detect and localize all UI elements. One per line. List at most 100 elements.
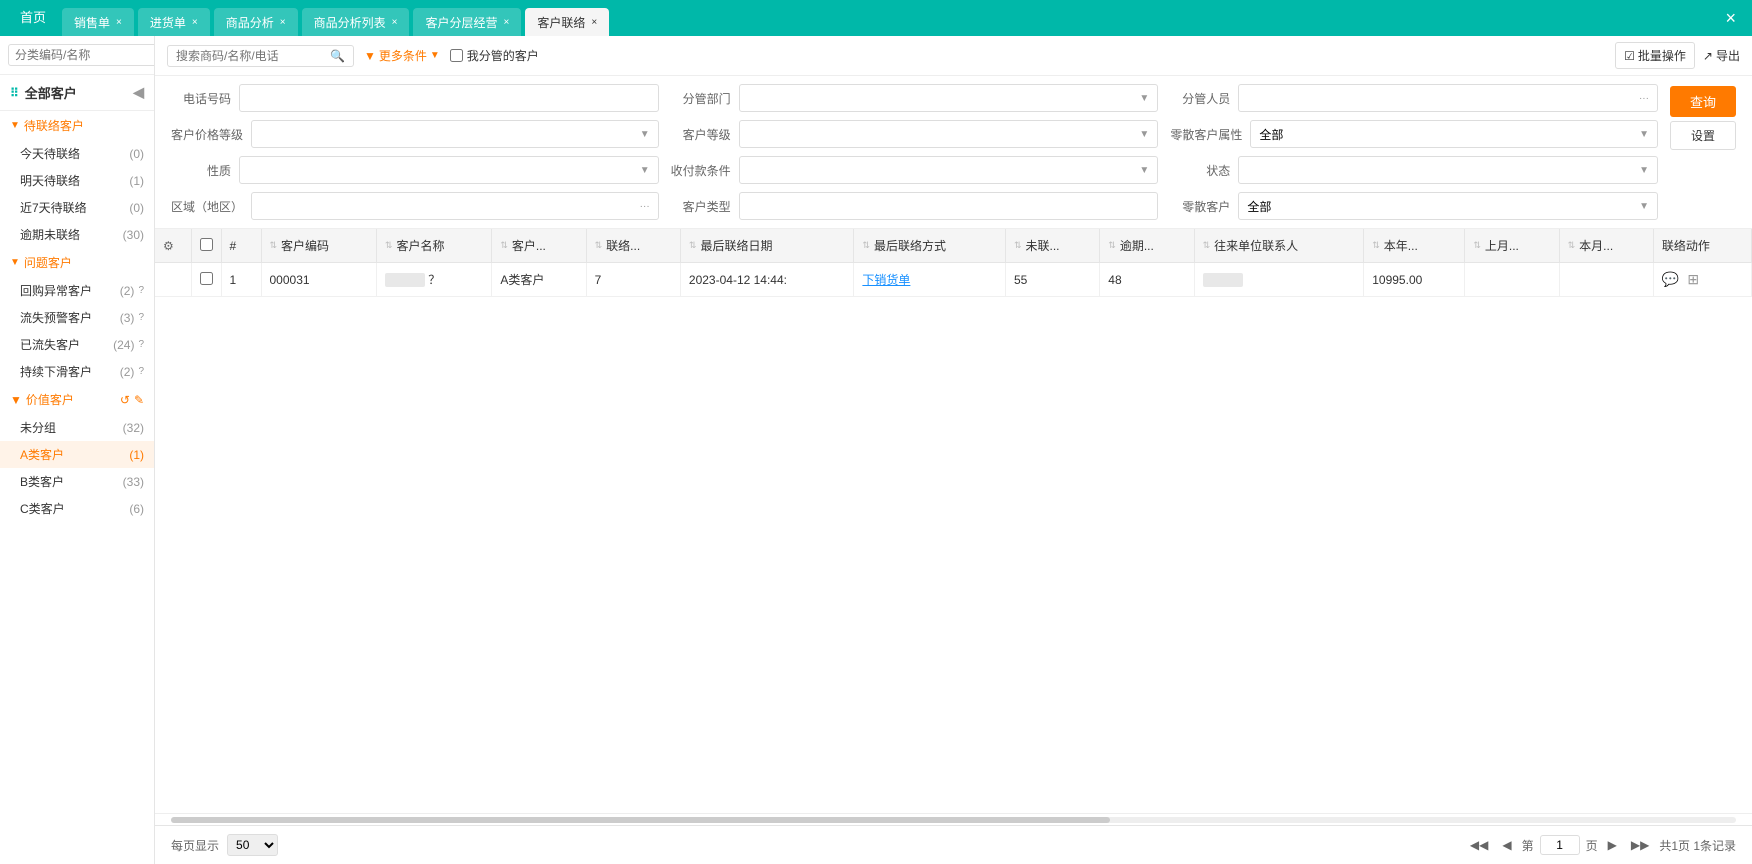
filter-search-input[interactable]	[176, 49, 326, 63]
filter-payment-select[interactable]: ▼	[739, 156, 1159, 184]
filter-region-label: 区域（地区）	[171, 198, 243, 215]
export-btn[interactable]: ↗ 导出	[1703, 47, 1740, 64]
row-checkbox[interactable]	[200, 272, 213, 285]
row-name-suffix: ？	[428, 273, 440, 287]
sidebar-item-7days[interactable]: 近7天待联络 (0)	[0, 194, 154, 221]
select-all-checkbox[interactable]	[200, 238, 213, 251]
sidebar-item-overdue-count: (30)	[123, 228, 144, 242]
nav-tab-customer-segment-label: 客户分层经营	[425, 14, 497, 31]
nav-tab-analysis-list[interactable]: 商品分析列表 ×	[302, 8, 410, 36]
value-edit-icon[interactable]: ✎	[134, 393, 144, 407]
filter-phone-input[interactable]	[239, 84, 659, 112]
nav-tab-purchase-close[interactable]: ×	[192, 17, 198, 28]
nav-tab-sales-close[interactable]: ×	[116, 17, 122, 28]
col-last-method-label: 最后联络方式	[874, 237, 946, 254]
window-close-icon[interactable]: ×	[1717, 8, 1744, 29]
sidebar-item-today[interactable]: 今天待联络 (0)	[0, 140, 154, 167]
sidebar-section-problem-label: 问题客户	[24, 254, 72, 271]
page-next-btn[interactable]: ▶	[1604, 836, 1621, 854]
col-checkbox-header	[191, 229, 221, 263]
row-unit-contact-masked: RE .	[1203, 273, 1243, 287]
filter-person-input[interactable]: ···	[1238, 84, 1658, 112]
grid-icon: ⠿	[10, 86, 19, 100]
sidebar-item-unclassified[interactable]: 未分组 (32)	[0, 414, 154, 441]
filter-status-select[interactable]: ▼	[1238, 156, 1658, 184]
filter-region-dots: ···	[640, 201, 650, 212]
sidebar-search-input[interactable]	[8, 44, 155, 66]
filter-nature-select[interactable]: ▼	[239, 156, 659, 184]
page-first-btn[interactable]: ◀◀	[1466, 836, 1492, 854]
sidebar-item-class-b[interactable]: B类客户 (33)	[0, 468, 154, 495]
scrollbar-thumb[interactable]	[171, 817, 1110, 823]
col-this-year-label: 本年...	[1384, 237, 1418, 254]
table-row: 1 000031 Ea ？ A类客户 7	[155, 263, 1752, 297]
sidebar-item-churn-warning[interactable]: 流失预警客户 (3) ?	[0, 304, 154, 331]
sidebar-item-tomorrow[interactable]: 明天待联络 (1)	[0, 167, 154, 194]
sidebar-item-repurchase[interactable]: 回购异常客户 (2) ?	[0, 277, 154, 304]
col-no-label: #	[230, 239, 237, 253]
table-settings-icon[interactable]: ⚙	[163, 239, 174, 253]
page-number-input[interactable]	[1540, 835, 1580, 855]
filter-more-btn[interactable]: ▼ 更多条件 ▼	[364, 47, 440, 64]
per-page-select[interactable]: 50 100	[227, 834, 278, 856]
nav-tab-customer-segment[interactable]: 客户分层经营 ×	[413, 8, 521, 36]
filter-retail-label: 零散客户	[1170, 198, 1230, 215]
filter-customer-level-select[interactable]: ▼	[739, 120, 1159, 148]
sidebar-item-class-a[interactable]: A类客户 (1)	[0, 441, 154, 468]
sidebar-collapse-icon[interactable]: ◀	[133, 84, 144, 101]
nav-tab-analysis-list-close[interactable]: ×	[392, 17, 398, 28]
filter-region-input[interactable]: ···	[251, 192, 659, 220]
sidebar-item-overdue-label: 逾期未联络	[20, 226, 80, 243]
page-last-btn[interactable]: ▶▶	[1627, 836, 1653, 854]
filter-search-icon[interactable]: 🔍	[330, 49, 345, 63]
sort-this-month-icon: ⇅	[1568, 240, 1576, 251]
sidebar-item-churned[interactable]: 已流失客户 (24) ?	[0, 331, 154, 358]
value-refresh-icon[interactable]: ↺	[120, 393, 130, 407]
filter-customer-type-input[interactable]	[739, 192, 1159, 220]
sort-overdue-icon: ⇅	[1108, 240, 1116, 251]
filter-retail-value: 全部	[1247, 198, 1271, 215]
nav-tab-analysis-close[interactable]: ×	[280, 17, 286, 28]
sidebar-section-problem[interactable]: ▼ 问题客户	[0, 248, 154, 277]
row-code: 000031	[270, 273, 310, 287]
settings-btn[interactable]: 设置	[1670, 121, 1736, 150]
nav-tab-analysis[interactable]: 商品分析 ×	[214, 8, 298, 36]
filter-customer-level-label: 客户等级	[671, 126, 731, 143]
row-action-chat-icon[interactable]: 💬	[1662, 271, 1679, 288]
col-type-header: ⇅ 客户...	[492, 229, 586, 263]
value-section-actions: ↺ ✎	[120, 393, 144, 407]
sidebar-all-customers-header: ⠿ 全部客户 ◀	[0, 75, 154, 111]
page-prev-btn[interactable]: ◀	[1498, 836, 1515, 854]
filter-customer-type-label: 客户类型	[671, 198, 731, 215]
sidebar-section-value[interactable]: ▼ 价值客户 ↺ ✎	[0, 385, 154, 414]
filter-price-level-select[interactable]: ▼	[251, 120, 659, 148]
query-btn[interactable]: 查询	[1670, 86, 1736, 117]
filter-nature-arrow: ▼	[640, 165, 650, 176]
filter-retail-select[interactable]: 全部 ▼	[1238, 192, 1658, 220]
nav-home[interactable]: 首页	[8, 0, 58, 36]
customer-table: ⚙ # ⇅ 客户编码	[155, 229, 1752, 297]
sidebar-item-declining-label: 持续下滑客户	[20, 363, 92, 380]
nav-tab-sales[interactable]: 销售单 ×	[62, 8, 134, 36]
sidebar-item-overdue[interactable]: 逾期未联络 (30)	[0, 221, 154, 248]
sidebar-item-declining[interactable]: 持续下滑客户 (2) ?	[0, 358, 154, 385]
value-arrow-icon: ▼	[10, 393, 22, 407]
nav-tab-customer-contact[interactable]: 客户联络 ×	[525, 8, 609, 36]
filter-my-customers[interactable]: 我分管的客户	[450, 47, 539, 64]
row-checkbox-cell	[191, 263, 221, 297]
filter-dept-select[interactable]: ▼	[739, 84, 1159, 112]
nav-tab-purchase[interactable]: 进货单 ×	[138, 8, 210, 36]
nav-tab-customer-contact-close[interactable]: ×	[591, 17, 597, 28]
sidebar-item-class-c[interactable]: C类客户 (6)	[0, 495, 154, 522]
filter-retail-attr-select[interactable]: 全部 ▼	[1250, 120, 1658, 148]
sidebar-section-pending[interactable]: ▼ 待联络客户	[0, 111, 154, 140]
batch-op-btn[interactable]: ☑ 批量操作	[1615, 42, 1695, 69]
col-contact-header: ⇅ 联络...	[586, 229, 680, 263]
row-last-method[interactable]: 下销货单	[862, 273, 910, 287]
filter-my-checkbox[interactable]	[450, 49, 463, 62]
row-type: A类客户	[500, 273, 544, 287]
filter-dept-arrow: ▼	[1139, 93, 1149, 104]
filter-field-status: 状态 ▼	[1170, 156, 1658, 184]
nav-tab-customer-segment-close[interactable]: ×	[503, 17, 509, 28]
row-action-grid-icon[interactable]: ⊞	[1687, 271, 1699, 288]
